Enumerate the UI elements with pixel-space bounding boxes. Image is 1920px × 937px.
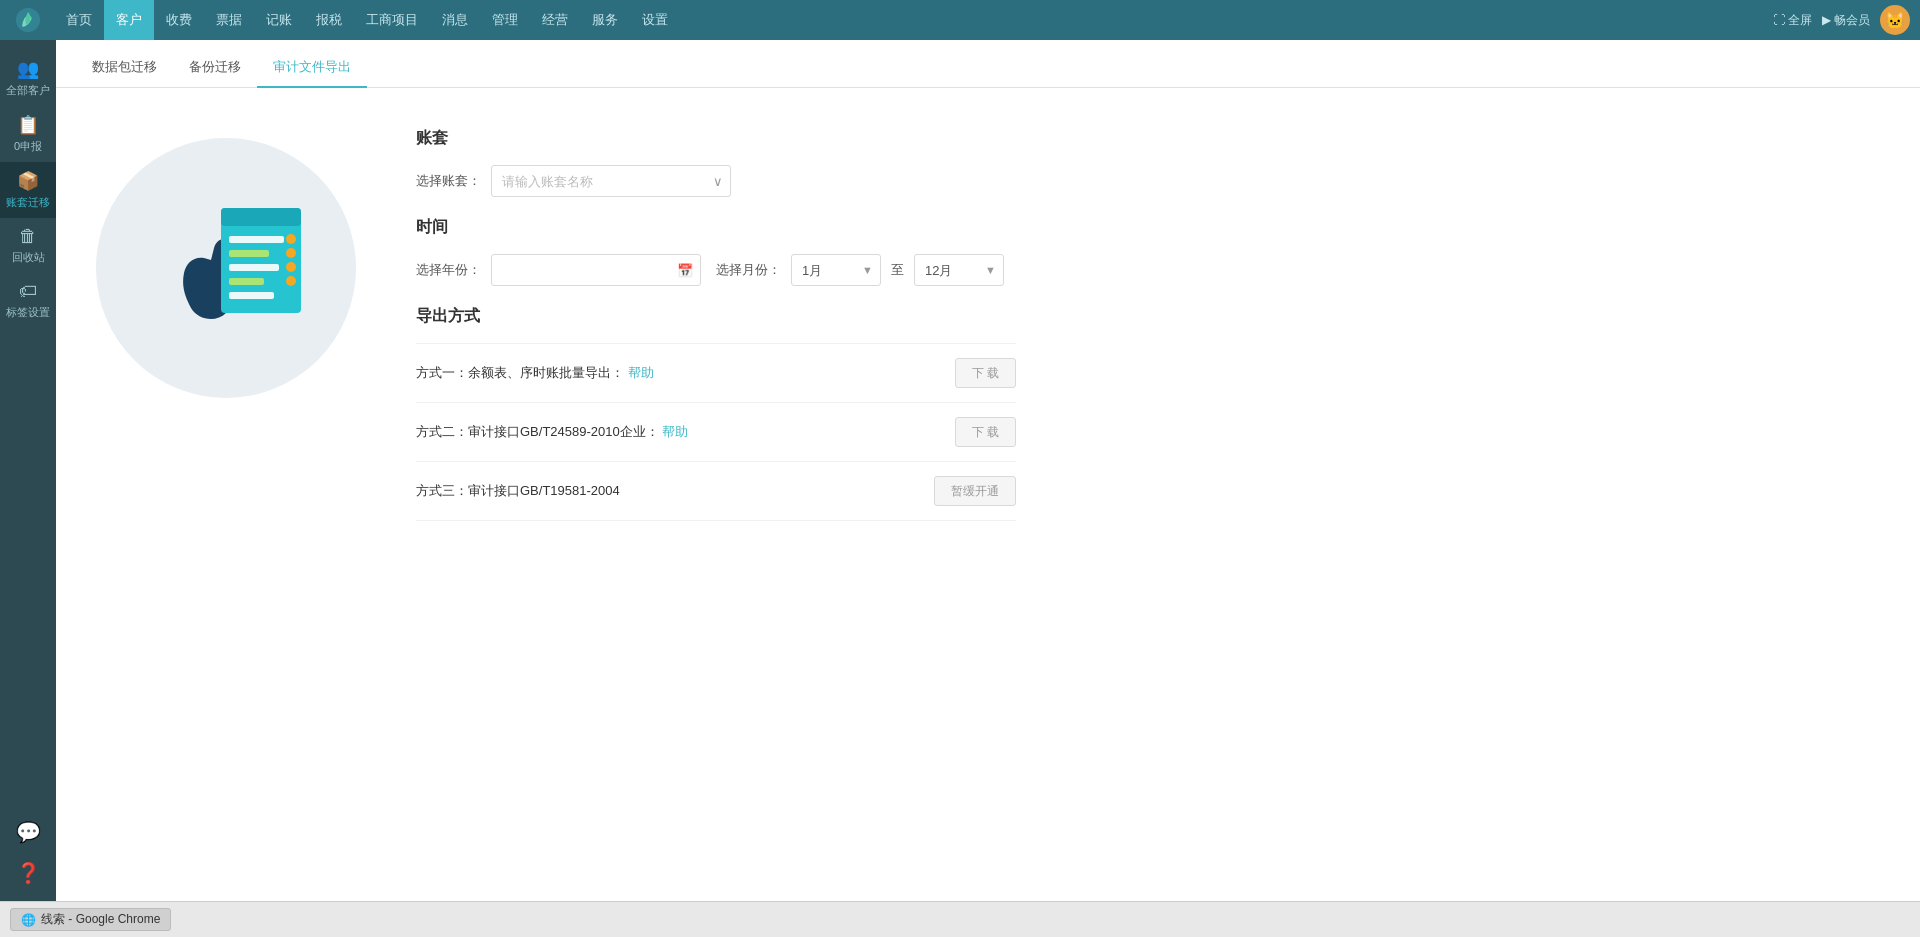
download-button-1[interactable]: 下 载 [955,358,1016,388]
form-right: 账套 选择账套： ∨ 时间 选择年份： 2023 [416,118,1016,521]
tab-data-migration[interactable]: 数据包迁移 [76,48,173,88]
nav-settings[interactable]: 设置 [630,0,680,40]
help-link-2[interactable]: 帮助 [662,424,688,439]
sidebar-item-all-customers[interactable]: 👥 全部客户 [0,50,56,106]
svg-rect-2 [221,208,301,226]
help-link-1[interactable]: 帮助 [628,365,654,380]
main-layout: 👥 全部客户 📋 0申报 📦 账套迁移 🗑 回收站 🏷 标签设置 💬 ❓ 数据包… [0,40,1920,901]
svg-rect-5 [229,264,279,271]
month-end-select[interactable]: 1月2月3月 4月5月6月 7月8月9月 10月11月 12月 [914,254,1004,286]
export-method-3: 方式三：审计接口GB/T19581-2004 暂缓开通 [416,462,1016,521]
nav-bookkeeping[interactable]: 记账 [254,0,304,40]
tab-bar: 数据包迁移 备份迁移 审计文件导出 [56,40,1920,88]
fullscreen-icon: ⛶ [1773,13,1785,27]
recycle-icon: 🗑 [19,226,37,247]
nav-invoices[interactable]: 票据 [204,0,254,40]
account-label: 选择账套： [416,172,481,190]
all-customers-icon: 👥 [17,58,39,80]
year-input[interactable]: 2023 [491,254,701,286]
premium-button-3[interactable]: 暂缓开通 [934,476,1016,506]
sidebar-item-tag-settings[interactable]: 🏷 标签设置 [0,273,56,328]
export-method-2-label: 方式二：审计接口GB/T24589-2010企业： 帮助 [416,423,688,441]
zero-declare-icon: 📋 [17,114,39,136]
tab-backup-migration[interactable]: 备份迁移 [173,48,257,88]
form-container: 账套 选择账套： ∨ 时间 选择年份： 2023 [96,118,1880,521]
content-area: 数据包迁移 备份迁移 审计文件导出 [56,40,1920,901]
sidebar: 👥 全部客户 📋 0申报 📦 账套迁移 🗑 回收站 🏷 标签设置 💬 ❓ [0,40,56,901]
export-method-2: 方式二：审计接口GB/T24589-2010企业： 帮助 下 载 [416,403,1016,462]
account-row: 选择账套： ∨ [416,165,1016,197]
svg-point-9 [286,248,296,258]
sidebar-item-recycle[interactable]: 🗑 回收站 [0,218,56,273]
download-button-2[interactable]: 下 载 [955,417,1016,447]
time-section-title: 时间 [416,217,1016,238]
export-method-1-label: 方式一：余额表、序时账批量导出： 帮助 [416,364,654,382]
app-logo [10,2,46,38]
account-input[interactable] [491,165,731,197]
nav-messages[interactable]: 消息 [430,0,480,40]
export-method-3-label: 方式三：审计接口GB/T19581-2004 [416,482,620,500]
nav-items: 首页 客户 收费 票据 记账 报税 工商项目 消息 管理 经营 服务 设置 [54,0,1773,40]
account-section-title: 账套 [416,128,1016,149]
svg-point-8 [286,234,296,244]
vip-icon: ▶ [1822,13,1831,27]
nav-business[interactable]: 工商项目 [354,0,430,40]
time-separator: 至 [891,261,904,279]
taskbar: 🌐 线索 - Google Chrome [0,901,1920,937]
vip-button[interactable]: ▶ 畅会员 [1822,12,1870,29]
tab-audit-export[interactable]: 审计文件导出 [257,48,367,88]
tag-settings-icon: 🏷 [19,281,37,302]
svg-point-11 [286,276,296,286]
illustration [96,138,356,398]
account-migration-icon: 📦 [17,170,39,192]
month-start-wrapper: 1月2月3月 4月5月6月 7月8月9月 10月11月12月 ▼ [791,254,881,286]
month-end-wrapper: 1月2月3月 4月5月6月 7月8月9月 10月11月 12月 ▼ [914,254,1004,286]
export-methods: 方式一：余额表、序时账批量导出： 帮助 下 载 方式二：审计接口GB/T2458… [416,343,1016,521]
sidebar-item-account-migration[interactable]: 📦 账套迁移 [0,162,56,218]
help-icon[interactable]: ❓ [10,855,47,891]
nav-home[interactable]: 首页 [54,0,104,40]
top-navigation: 首页 客户 收费 票据 记账 报税 工商项目 消息 管理 经营 服务 设置 ⛶ … [0,0,1920,40]
chrome-icon: 🌐 [21,913,36,927]
month-start-select[interactable]: 1月2月3月 4月5月6月 7月8月9月 10月11月12月 [791,254,881,286]
nav-customers[interactable]: 客户 [104,0,154,40]
export-section-title: 导出方式 [416,306,1016,327]
svg-rect-3 [229,236,284,243]
svg-rect-7 [229,292,274,299]
top-nav-right: ⛶ 全屏 ▶ 畅会员 🐱 [1773,5,1910,35]
year-input-wrapper: 2023 📅 [491,254,701,286]
svg-rect-4 [229,250,269,257]
year-label: 选择年份： [416,261,481,279]
svg-rect-6 [229,278,264,285]
nav-operations[interactable]: 经营 [530,0,580,40]
illustration-svg [136,168,316,368]
nav-tax[interactable]: 报税 [304,0,354,40]
fullscreen-button[interactable]: ⛶ 全屏 [1773,12,1812,29]
chat-icon[interactable]: 💬 [10,814,47,850]
nav-fees[interactable]: 收费 [154,0,204,40]
user-avatar[interactable]: 🐱 [1880,5,1910,35]
time-row: 选择年份： 2023 📅 选择月份： 1月2月3月 4月5月6月 7月8月9月 … [416,254,1016,286]
sidebar-item-zero-declare[interactable]: 📋 0申报 [0,106,56,162]
account-input-wrapper: ∨ [491,165,731,197]
taskbar-chrome[interactable]: 🌐 线索 - Google Chrome [10,908,171,931]
page-content: 账套 选择账套： ∨ 时间 选择年份： 2023 [56,88,1920,901]
nav-manage[interactable]: 管理 [480,0,530,40]
svg-point-10 [286,262,296,272]
sidebar-bottom: 💬 ❓ [10,814,47,901]
nav-service[interactable]: 服务 [580,0,630,40]
export-method-1: 方式一：余额表、序时账批量导出： 帮助 下 载 [416,343,1016,403]
month-label: 选择月份： [711,261,781,279]
